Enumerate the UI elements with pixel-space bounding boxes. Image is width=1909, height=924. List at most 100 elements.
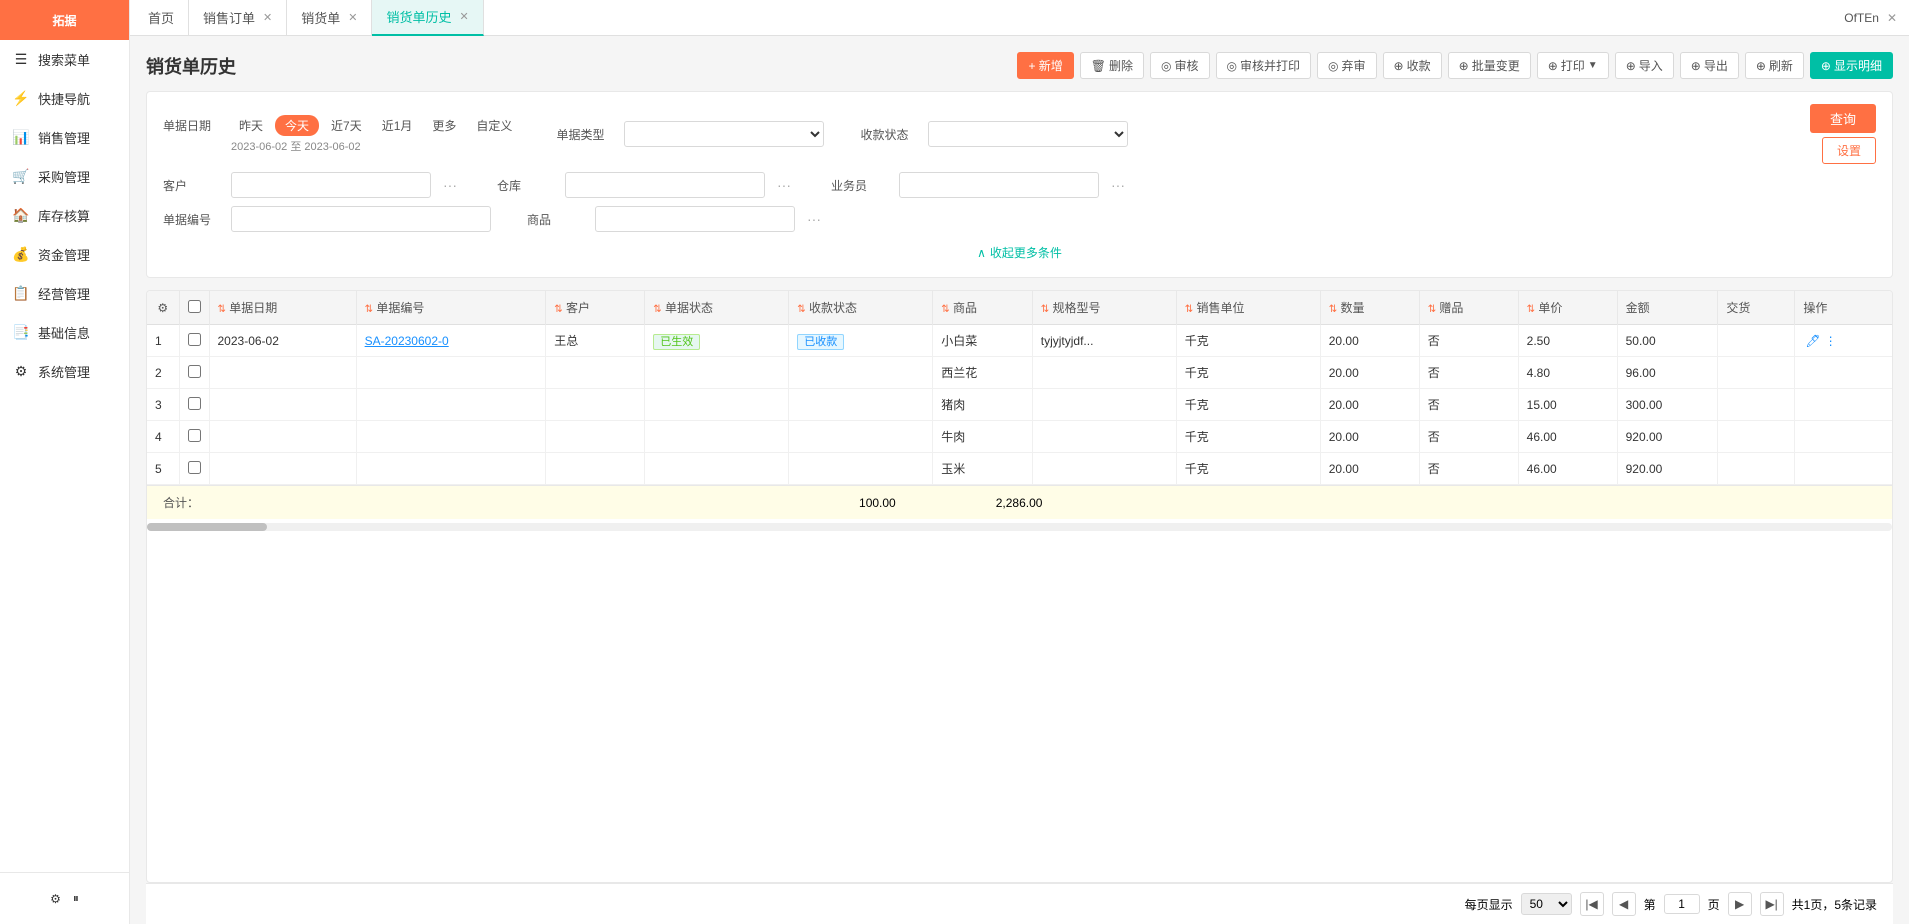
table-scrollbar-thumb[interactable] bbox=[147, 523, 267, 531]
new-button[interactable]: + 新增 bbox=[1017, 52, 1073, 79]
sidebar-item-finance-mgmt[interactable]: 💰 资金管理 bbox=[0, 235, 129, 274]
batch-change-button[interactable]: ⊕ 批量变更 bbox=[1448, 52, 1531, 79]
prev-page-button[interactable]: ◀ bbox=[1612, 892, 1636, 916]
sidebar-item-system-mgmt[interactable]: ⚙ 系统管理 bbox=[0, 352, 129, 391]
tab-sales-delivery[interactable]: 销货单 ✕ bbox=[287, 0, 372, 36]
next-page-button[interactable]: ▶ bbox=[1728, 892, 1752, 916]
tab-close-sales-order[interactable]: ✕ bbox=[263, 11, 272, 24]
settings-bottom-icon[interactable]: ⚙ bbox=[50, 892, 61, 906]
row-amount: 920.00 bbox=[1617, 453, 1718, 485]
row-product: 牛肉 bbox=[933, 421, 1032, 453]
last-page-button[interactable]: ▶| bbox=[1760, 892, 1784, 916]
row-quantity: 20.00 bbox=[1320, 421, 1419, 453]
col-gift[interactable]: ⇅ 赠品 bbox=[1419, 291, 1518, 325]
import-button[interactable]: ⊕ 导入 bbox=[1615, 52, 1674, 79]
col-doc-number[interactable]: ⇅ 单据编号 bbox=[356, 291, 546, 325]
sidebar-item-quick-nav[interactable]: ⚡ 快捷导航 bbox=[0, 79, 129, 118]
row-actions[interactable] bbox=[1795, 357, 1892, 389]
select-all-checkbox[interactable] bbox=[188, 300, 201, 313]
col-product[interactable]: ⇅ 商品 bbox=[933, 291, 1032, 325]
edit-action[interactable]: 🖊 bbox=[1803, 334, 1822, 348]
tab-close-sales-delivery-history[interactable]: ✕ bbox=[460, 10, 469, 23]
row-checkbox-cell[interactable] bbox=[179, 453, 209, 485]
warehouse-input[interactable] bbox=[565, 172, 765, 198]
row-checkbox-cell[interactable] bbox=[179, 389, 209, 421]
row-actions[interactable]: 🖊⋮ bbox=[1795, 325, 1892, 357]
row-actions[interactable] bbox=[1795, 421, 1892, 453]
salesperson-input[interactable] bbox=[899, 172, 1099, 198]
col-quantity[interactable]: ⇅ 数量 bbox=[1320, 291, 1419, 325]
query-button[interactable]: 查询 bbox=[1810, 104, 1876, 133]
warehouse-ellipsis[interactable]: ··· bbox=[773, 177, 795, 193]
collect-status-select[interactable] bbox=[928, 121, 1128, 147]
often-text: OfTEn bbox=[1844, 11, 1879, 25]
doc-type-select[interactable] bbox=[624, 121, 824, 147]
col-sales-unit[interactable]: ⇅ 销售单位 bbox=[1176, 291, 1320, 325]
date-tab-yesterday[interactable]: 昨天 bbox=[231, 115, 271, 136]
table-row: 2西兰花千克20.00否4.8096.00 bbox=[147, 357, 1892, 389]
date-tab-more[interactable]: 更多 bbox=[424, 115, 464, 136]
col-doc-date[interactable]: ⇅ 单据日期 bbox=[209, 291, 356, 325]
col-spec-type[interactable]: ⇅ 规格型号 bbox=[1032, 291, 1176, 325]
window-close-icon[interactable]: ✕ bbox=[1887, 11, 1897, 25]
print-button[interactable]: ⊕ 打印 ▼ bbox=[1537, 52, 1609, 79]
row-checkbox[interactable] bbox=[188, 461, 201, 474]
pause-bottom-icon[interactable]: ⏸ bbox=[73, 891, 79, 906]
row-checkbox[interactable] bbox=[188, 365, 201, 378]
product-input[interactable] bbox=[595, 206, 795, 232]
salesperson-ellipsis[interactable]: ··· bbox=[1107, 177, 1129, 193]
per-page-select[interactable]: 10 20 50 100 bbox=[1521, 893, 1572, 915]
tab-close-sales-delivery[interactable]: ✕ bbox=[348, 11, 357, 24]
collect-button[interactable]: ⊕ 收款 bbox=[1383, 52, 1442, 79]
date-tab-1month[interactable]: 近1月 bbox=[374, 115, 421, 136]
col-customer[interactable]: ⇅ 客户 bbox=[546, 291, 645, 325]
sidebar-item-label: 经营管理 bbox=[38, 284, 90, 303]
row-checkbox[interactable] bbox=[188, 397, 201, 410]
row-checkbox-cell[interactable] bbox=[179, 325, 209, 357]
export-button[interactable]: ⊕ 导出 bbox=[1680, 52, 1739, 79]
show-detail-button[interactable]: ⊕ 显示明细 bbox=[1810, 52, 1893, 79]
table-scrollbar[interactable] bbox=[147, 523, 1892, 531]
doc-number-input[interactable] bbox=[231, 206, 491, 232]
row-checkbox-cell[interactable] bbox=[179, 421, 209, 453]
row-checkbox[interactable] bbox=[188, 333, 201, 346]
refresh-button[interactable]: ⊕ 刷新 bbox=[1745, 52, 1804, 79]
first-page-button[interactable]: |◀ bbox=[1580, 892, 1604, 916]
row-actions[interactable] bbox=[1795, 389, 1892, 421]
sidebar-item-inventory-calc[interactable]: 🏠 库存核算 bbox=[0, 196, 129, 235]
tab-sales-delivery-history[interactable]: 销货单历史 ✕ bbox=[372, 0, 483, 36]
sidebar-item-operations-mgmt[interactable]: 📋 经营管理 bbox=[0, 274, 129, 313]
date-tab-7days[interactable]: 近7天 bbox=[323, 115, 370, 136]
customer-input[interactable] bbox=[231, 172, 431, 198]
product-ellipsis[interactable]: ··· bbox=[803, 211, 825, 227]
row-sales-unit: 千克 bbox=[1176, 453, 1320, 485]
date-tab-today[interactable]: 今天 bbox=[275, 115, 319, 136]
tab-sales-order[interactable]: 销售订单 ✕ bbox=[189, 0, 287, 36]
setup-button[interactable]: 设置 bbox=[1822, 137, 1876, 164]
sidebar-bottom-actions[interactable]: ⚙ ⏸ bbox=[0, 881, 129, 916]
doc-type-label: 单据类型 bbox=[556, 126, 616, 143]
date-tab-custom[interactable]: 自定义 bbox=[468, 115, 520, 136]
customer-ellipsis[interactable]: ··· bbox=[439, 177, 461, 193]
audit-print-button[interactable]: ◎ 审核并打印 bbox=[1216, 52, 1312, 79]
row-actions[interactable] bbox=[1795, 453, 1892, 485]
sidebar-item-search-menu[interactable]: ☰ 搜索菜单 bbox=[0, 40, 129, 79]
query-setup-area: 查询 设置 bbox=[1810, 104, 1876, 164]
collapse-button[interactable]: ∧ 收起更多条件 bbox=[973, 240, 1066, 265]
sidebar-item-purchase-mgmt[interactable]: 🛒 采购管理 bbox=[0, 157, 129, 196]
delete-button[interactable]: 🗑 删除 bbox=[1080, 52, 1144, 79]
row-doc-date: 2023-06-02 bbox=[209, 325, 356, 357]
col-collect-status[interactable]: ⇅ 收款状态 bbox=[789, 291, 933, 325]
audit-button[interactable]: ◎ 审核 bbox=[1150, 52, 1210, 79]
table-settings-col[interactable]: ⚙ bbox=[147, 291, 179, 325]
tab-home[interactable]: 首页 bbox=[134, 0, 189, 36]
sidebar-item-basic-info[interactable]: 📑 基础信息 bbox=[0, 313, 129, 352]
abandon-button[interactable]: ◎ 弃审 bbox=[1317, 52, 1377, 79]
page-number-input[interactable] bbox=[1664, 894, 1700, 914]
more-action[interactable]: ⋮ bbox=[1823, 334, 1839, 348]
col-doc-status[interactable]: ⇅ 单据状态 bbox=[645, 291, 789, 325]
row-checkbox[interactable] bbox=[188, 429, 201, 442]
row-checkbox-cell[interactable] bbox=[179, 357, 209, 389]
col-unit-price[interactable]: ⇅ 单价 bbox=[1518, 291, 1617, 325]
sidebar-item-sales-mgmt[interactable]: 📊 销售管理 bbox=[0, 118, 129, 157]
